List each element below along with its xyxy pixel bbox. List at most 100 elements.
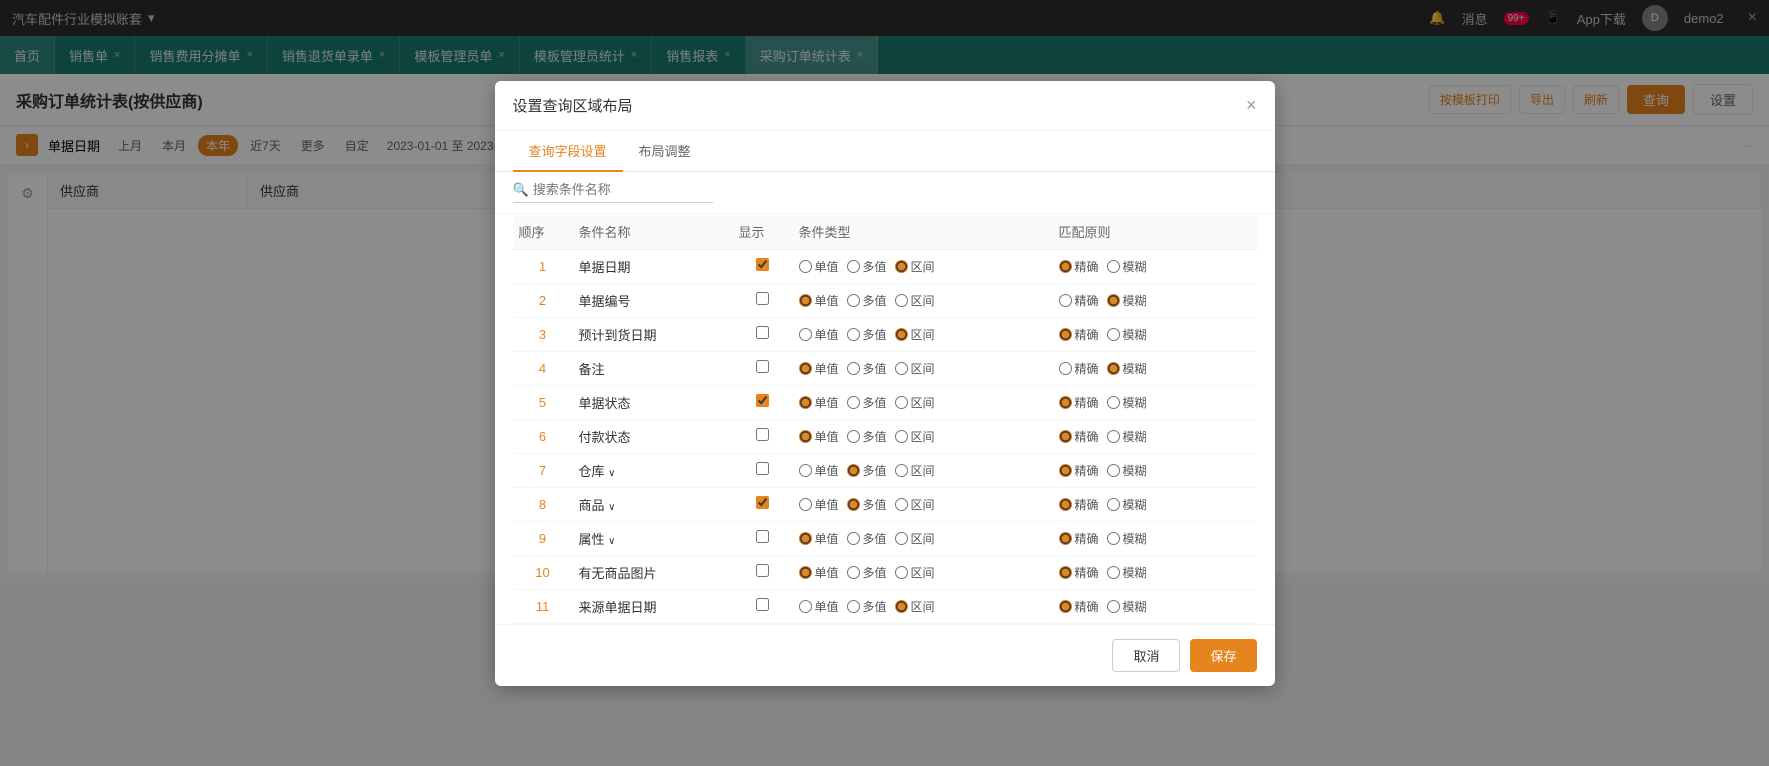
type-option-单值[interactable]: 单值	[799, 394, 839, 411]
match-option-精确[interactable]: 精确	[1059, 530, 1099, 547]
type-option-单值[interactable]: 单值	[799, 428, 839, 445]
type-option-多值[interactable]: 多值	[847, 496, 887, 513]
type-option-区间[interactable]: 区间	[895, 428, 935, 445]
type-option-多值[interactable]: 多值	[847, 258, 887, 275]
match-option-精确[interactable]: 精确	[1059, 326, 1099, 343]
match-option-模糊[interactable]: 模糊	[1107, 428, 1147, 445]
type-option-多值[interactable]: 多值	[847, 462, 887, 479]
row-condition-type: 单值多值区间	[793, 385, 1053, 419]
match-option-模糊[interactable]: 模糊	[1107, 496, 1147, 513]
type-option-区间[interactable]: 区间	[895, 496, 935, 513]
table-row: 10有无商品图片单值多值区间精确模糊	[513, 555, 1257, 589]
search-input[interactable]	[533, 182, 693, 197]
settings-dialog: 设置查询区域布局 × 查询字段设置 布局调整 🔍	[495, 81, 1275, 686]
display-checkbox[interactable]	[756, 394, 769, 407]
display-checkbox[interactable]	[756, 564, 769, 577]
row-display	[733, 249, 793, 283]
type-option-单值[interactable]: 单值	[799, 292, 839, 309]
row-condition-name: 来源单据日期	[573, 589, 733, 623]
display-checkbox[interactable]	[756, 428, 769, 441]
display-checkbox[interactable]	[756, 258, 769, 271]
row-order: 1	[513, 249, 573, 283]
type-option-区间[interactable]: 区间	[895, 292, 935, 309]
type-option-单值[interactable]: 单值	[799, 564, 839, 581]
type-option-多值[interactable]: 多值	[847, 598, 887, 615]
type-option-区间[interactable]: 区间	[895, 598, 935, 615]
type-option-区间[interactable]: 区间	[895, 530, 935, 547]
row-condition-type: 单值多值区间	[793, 249, 1053, 283]
match-option-模糊[interactable]: 模糊	[1107, 394, 1147, 411]
dialog-tab-layout[interactable]: 布局调整	[623, 131, 707, 172]
th-condition-name: 条件名称	[573, 214, 733, 250]
dialog-tab-query-fields[interactable]: 查询字段设置	[513, 131, 623, 172]
match-option-模糊[interactable]: 模糊	[1107, 360, 1147, 377]
table-row: 11来源单据日期单值多值区间精确模糊	[513, 589, 1257, 623]
row-order: 2	[513, 283, 573, 317]
type-option-区间[interactable]: 区间	[895, 564, 935, 581]
match-option-模糊[interactable]: 模糊	[1107, 598, 1147, 615]
type-option-区间[interactable]: 区间	[895, 394, 935, 411]
cancel-button[interactable]: 取消	[1112, 639, 1180, 672]
match-option-精确[interactable]: 精确	[1059, 258, 1099, 275]
display-checkbox[interactable]	[756, 360, 769, 373]
type-option-单值[interactable]: 单值	[799, 496, 839, 513]
match-option-精确[interactable]: 精确	[1059, 598, 1099, 615]
type-option-区间[interactable]: 区间	[895, 462, 935, 479]
type-option-单值[interactable]: 单值	[799, 530, 839, 547]
match-option-模糊[interactable]: 模糊	[1107, 258, 1147, 275]
type-option-区间[interactable]: 区间	[895, 360, 935, 377]
dialog-overlay: 设置查询区域布局 × 查询字段设置 布局调整 🔍	[0, 0, 1769, 766]
dropdown-arrow-icon[interactable]: ∨	[608, 502, 615, 513]
row-condition-name: 单据状态	[573, 385, 733, 419]
row-match-rule: 精确模糊	[1053, 589, 1257, 623]
display-checkbox[interactable]	[756, 530, 769, 543]
type-option-多值[interactable]: 多值	[847, 564, 887, 581]
row-order: 3	[513, 317, 573, 351]
type-option-多值[interactable]: 多值	[847, 428, 887, 445]
dropdown-arrow-icon[interactable]: ∨	[608, 468, 615, 479]
type-option-多值[interactable]: 多值	[847, 326, 887, 343]
type-option-多值[interactable]: 多值	[847, 292, 887, 309]
row-match-rule: 精确模糊	[1053, 283, 1257, 317]
type-option-单值[interactable]: 单值	[799, 258, 839, 275]
type-option-多值[interactable]: 多值	[847, 394, 887, 411]
match-option-模糊[interactable]: 模糊	[1107, 530, 1147, 547]
match-option-模糊[interactable]: 模糊	[1107, 292, 1147, 309]
save-button[interactable]: 保存	[1190, 639, 1256, 672]
display-checkbox[interactable]	[756, 326, 769, 339]
match-option-模糊[interactable]: 模糊	[1107, 326, 1147, 343]
match-option-精确[interactable]: 精确	[1059, 292, 1099, 309]
match-option-精确[interactable]: 精确	[1059, 428, 1099, 445]
row-condition-type: 单值多值区间	[793, 555, 1053, 589]
type-option-多值[interactable]: 多值	[847, 530, 887, 547]
type-option-单值[interactable]: 单值	[799, 462, 839, 479]
row-condition-type: 单值多值区间	[793, 487, 1053, 521]
type-option-区间[interactable]: 区间	[895, 326, 935, 343]
type-option-单值[interactable]: 单值	[799, 360, 839, 377]
row-display	[733, 419, 793, 453]
display-checkbox[interactable]	[756, 292, 769, 305]
match-option-精确[interactable]: 精确	[1059, 496, 1099, 513]
row-condition-type: 单值多值区间	[793, 521, 1053, 555]
match-option-模糊[interactable]: 模糊	[1107, 462, 1147, 479]
row-display	[733, 317, 793, 351]
dropdown-arrow-icon[interactable]: ∨	[608, 536, 615, 547]
row-condition-name: 商品 ∨	[573, 487, 733, 521]
display-checkbox[interactable]	[756, 462, 769, 475]
match-option-精确[interactable]: 精确	[1059, 394, 1099, 411]
match-option-精确[interactable]: 精确	[1059, 564, 1099, 581]
display-checkbox[interactable]	[756, 598, 769, 611]
dialog-close-button[interactable]: ×	[1246, 95, 1257, 116]
match-option-精确[interactable]: 精确	[1059, 462, 1099, 479]
match-option-模糊[interactable]: 模糊	[1107, 564, 1147, 581]
type-option-区间[interactable]: 区间	[895, 258, 935, 275]
row-match-rule: 精确模糊	[1053, 521, 1257, 555]
row-condition-type: 单值多值区间	[793, 283, 1053, 317]
type-option-单值[interactable]: 单值	[799, 326, 839, 343]
row-match-rule: 精确模糊	[1053, 385, 1257, 419]
type-option-单值[interactable]: 单值	[799, 598, 839, 615]
display-checkbox[interactable]	[756, 496, 769, 509]
type-option-多值[interactable]: 多值	[847, 360, 887, 377]
dialog-tabs: 查询字段设置 布局调整	[495, 131, 1275, 172]
match-option-精确[interactable]: 精确	[1059, 360, 1099, 377]
